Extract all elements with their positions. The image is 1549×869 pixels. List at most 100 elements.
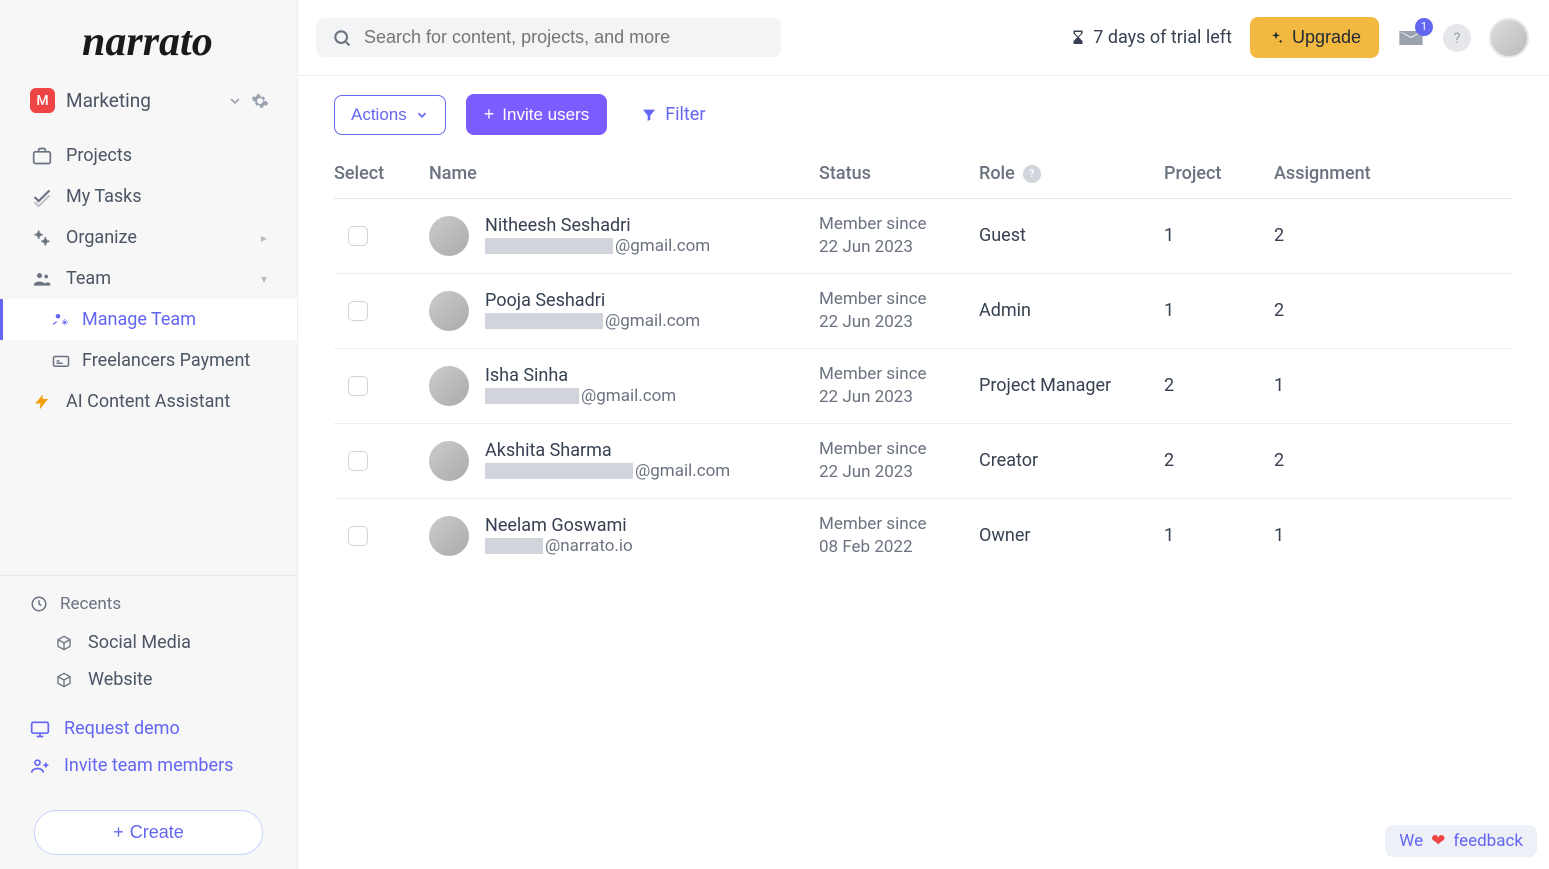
chevron-down-icon: [415, 108, 429, 122]
nav-team-label: Team: [66, 268, 111, 289]
status-cell: Member since22 Jun 2023: [819, 288, 979, 334]
user-email: @gmail.com: [485, 236, 710, 256]
actions-button[interactable]: Actions: [334, 95, 446, 135]
user-avatar[interactable]: [1489, 18, 1529, 58]
logo: narrato: [82, 18, 297, 66]
th-name: Name: [429, 163, 819, 184]
recents-header: Recents: [0, 584, 297, 624]
briefcase-icon: [30, 146, 54, 166]
recent-item-1-label: Website: [88, 669, 152, 690]
request-demo-label: Request demo: [64, 718, 180, 739]
table-row: Nitheesh Seshadri@gmail.comMember since2…: [334, 199, 1513, 274]
heart-icon: ❤: [1431, 831, 1445, 851]
user-email: @gmail.com: [485, 461, 730, 481]
user-name: Akshita Sharma: [485, 440, 730, 461]
mail-button[interactable]: 1: [1397, 24, 1425, 52]
filter-label: Filter: [665, 104, 705, 125]
nav-ai-assistant[interactable]: AI Content Assistant: [8, 381, 289, 422]
upgrade-button[interactable]: Upgrade: [1250, 17, 1379, 58]
box-icon: [56, 635, 76, 651]
trial-text: 7 days of trial left: [1093, 27, 1232, 48]
nav-organize-label: Organize: [66, 227, 137, 248]
subnav-manage-team[interactable]: Manage Team: [0, 299, 297, 340]
main: 7 days of trial left Upgrade 1 ? Actions…: [298, 0, 1549, 869]
workspace-selector[interactable]: M Marketing: [0, 88, 297, 135]
table-row: Neelam Goswami@narrato.io Member since08 …: [334, 499, 1513, 573]
nav-organize[interactable]: Organize▸: [8, 217, 289, 258]
user-name: Nitheesh Seshadri: [485, 215, 710, 236]
assignment-cell: 1: [1274, 525, 1384, 546]
filter-icon: [641, 107, 657, 123]
search-icon: [332, 28, 352, 48]
assignment-cell: 2: [1274, 450, 1384, 471]
row-checkbox[interactable]: [348, 451, 368, 471]
assignment-cell: 2: [1274, 300, 1384, 321]
status-cell: Member since08 Feb 2022: [819, 513, 979, 559]
nav: Projects My Tasks Organize▸ Team▾: [0, 135, 297, 299]
recent-item-1[interactable]: Website: [0, 661, 297, 698]
invite-label: Invite users: [502, 105, 589, 125]
nav-projects-label: Projects: [66, 145, 132, 166]
subnav-manage-team-label: Manage Team: [82, 309, 196, 330]
project-cell: 1: [1164, 525, 1274, 546]
recents-label: Recents: [60, 594, 121, 614]
name-cell: Akshita Sharma@gmail.com: [429, 440, 819, 481]
recents-list: Social Media Website: [0, 624, 297, 698]
row-checkbox[interactable]: [348, 526, 368, 546]
project-cell: 2: [1164, 450, 1274, 471]
nav-2: AI Content Assistant: [0, 381, 297, 422]
subnav-freelancers-payment[interactable]: Freelancers Payment: [0, 340, 297, 381]
trial-notice: 7 days of trial left: [1069, 27, 1232, 48]
name-cell: Pooja Seshadri@gmail.com: [429, 290, 819, 331]
table-row: Pooja Seshadri@gmail.comMember since22 J…: [334, 274, 1513, 349]
nav-team[interactable]: Team▾: [8, 258, 289, 299]
assignment-cell: 1: [1274, 375, 1384, 396]
hourglass-icon: [1069, 29, 1087, 47]
row-checkbox[interactable]: [348, 301, 368, 321]
clock-icon: [30, 595, 48, 613]
th-assignment: Assignment: [1274, 163, 1384, 184]
card-icon: [52, 352, 72, 370]
team-table: Select Name Status Role? Project Assignm…: [298, 153, 1549, 573]
avatar: [429, 441, 469, 481]
subnav-freelancers-payment-label: Freelancers Payment: [82, 350, 250, 371]
th-project: Project: [1164, 163, 1274, 184]
box-icon: [56, 672, 76, 688]
mail-badge: 1: [1415, 18, 1433, 36]
table-header: Select Name Status Role? Project Assignm…: [334, 153, 1513, 199]
workspace-badge: M: [30, 88, 55, 113]
table-body: Nitheesh Seshadri@gmail.comMember since2…: [334, 199, 1513, 573]
row-checkbox[interactable]: [348, 376, 368, 396]
gear-icon[interactable]: [251, 92, 269, 110]
chevron-down-icon[interactable]: [227, 93, 243, 109]
users-cog-icon: [52, 311, 72, 329]
plus-icon: +: [484, 104, 495, 125]
avatar: [429, 291, 469, 331]
create-button[interactable]: +Create: [34, 810, 263, 855]
recent-item-0[interactable]: Social Media: [0, 624, 297, 661]
invite-users-button[interactable]: + Invite users: [466, 94, 607, 135]
role-cell: Admin: [979, 300, 1164, 321]
check-icon: [30, 187, 54, 207]
th-status: Status: [819, 163, 979, 184]
feedback-button[interactable]: We ❤ feedback: [1385, 825, 1537, 857]
sidebar: narrato M Marketing Projects My Tasks Or…: [0, 0, 298, 869]
help-button[interactable]: ?: [1443, 24, 1471, 52]
user-email: @narrato.io: [485, 536, 633, 556]
name-cell: Isha Sinha@gmail.com: [429, 365, 819, 406]
role-cell: Owner: [979, 525, 1164, 546]
filter-button[interactable]: Filter: [641, 104, 705, 125]
nav-my-tasks[interactable]: My Tasks: [8, 176, 289, 217]
row-checkbox[interactable]: [348, 226, 368, 246]
bolt-icon: [30, 393, 54, 411]
search-input[interactable]: [364, 27, 765, 48]
user-plus-icon: [30, 756, 52, 776]
avatar: [429, 516, 469, 556]
help-icon[interactable]: ?: [1023, 165, 1041, 183]
status-cell: Member since22 Jun 2023: [819, 363, 979, 409]
invite-team-link[interactable]: Invite team members: [30, 747, 267, 784]
search-box[interactable]: [316, 18, 781, 57]
request-demo-link[interactable]: Request demo: [30, 710, 267, 747]
nav-projects[interactable]: Projects: [8, 135, 289, 176]
user-name: Neelam Goswami: [485, 515, 633, 536]
